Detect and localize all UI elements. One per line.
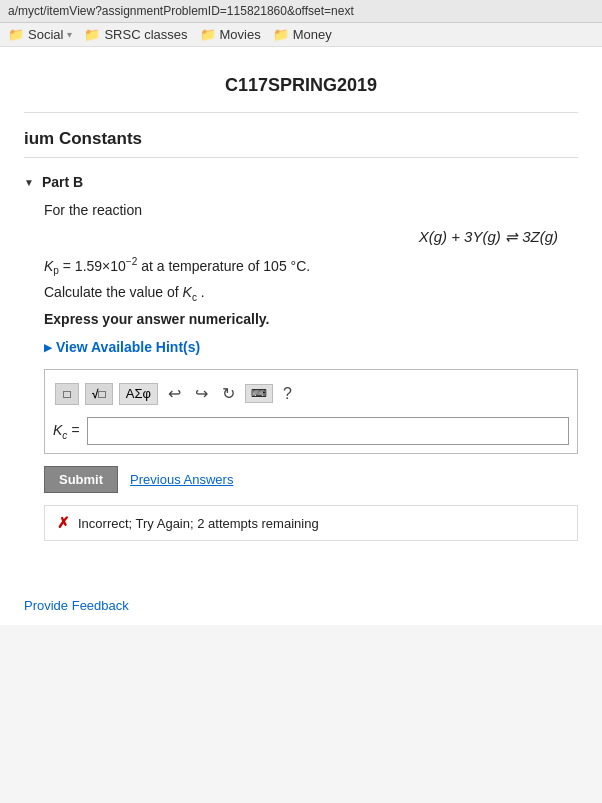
bookmark-movies-label: Movies bbox=[220, 27, 261, 42]
folder-icon-srsc: 📁 bbox=[84, 27, 100, 42]
main-content: C117SPRING2019 ium Constants ▼ Part B Fo… bbox=[0, 47, 602, 585]
formula-btn-label: □ bbox=[63, 387, 70, 401]
bookmark-money[interactable]: 📁 Money bbox=[273, 27, 332, 42]
hint-arrow-icon: ▶ bbox=[44, 342, 52, 353]
keyboard-button[interactable]: ⌨ bbox=[245, 384, 273, 403]
page-title: C117SPRING2019 bbox=[24, 63, 578, 113]
sqrt-button[interactable]: √□ bbox=[85, 383, 113, 405]
chevron-down-icon: ▾ bbox=[67, 29, 72, 40]
folder-icon-money: 📁 bbox=[273, 27, 289, 42]
bookmark-money-label: Money bbox=[293, 27, 332, 42]
bookmark-srsc[interactable]: 📁 SRSC classes bbox=[84, 27, 187, 42]
address-bar: a/myct/itemView?assignmentProblemID=1158… bbox=[0, 0, 602, 23]
error-message-box: ✗ Incorrect; Try Again; 2 attempts remai… bbox=[44, 505, 578, 541]
error-icon: ✗ bbox=[57, 514, 70, 532]
math-toolbar: □ √□ ΑΣφ ↩ ↪ ↻ bbox=[53, 378, 569, 409]
for-the-reaction-text: For the reaction bbox=[44, 202, 578, 218]
undo-button[interactable]: ↩ bbox=[164, 382, 185, 405]
section-heading: ium Constants bbox=[24, 113, 578, 158]
keyboard-icon: ⌨ bbox=[251, 387, 267, 399]
calculate-kc-line: Calculate the value of Kc . bbox=[44, 284, 578, 303]
bookmark-social-label: Social bbox=[28, 27, 63, 42]
undo-icon: ↩ bbox=[168, 385, 181, 402]
bookmark-srsc-label: SRSC classes bbox=[104, 27, 187, 42]
url-text: a/myct/itemView?assignmentProblemID=1158… bbox=[8, 4, 354, 18]
view-hints-label: View Available Hint(s) bbox=[56, 339, 200, 355]
part-b-label: Part B bbox=[42, 174, 83, 190]
greek-symbols-button[interactable]: ΑΣφ bbox=[119, 383, 158, 405]
view-hints-link[interactable]: ▶ View Available Hint(s) bbox=[44, 339, 578, 355]
kc-label: Kc = bbox=[53, 422, 79, 441]
refresh-button[interactable]: ↻ bbox=[218, 382, 239, 405]
help-button[interactable]: ? bbox=[279, 383, 296, 405]
previous-answers-link[interactable]: Previous Answers bbox=[130, 472, 233, 487]
part-b-section: ▼ Part B For the reaction X(g) + 3Y(g) ⇌… bbox=[24, 158, 578, 569]
submit-button[interactable]: Submit bbox=[44, 466, 118, 493]
redo-icon: ↪ bbox=[195, 385, 208, 402]
greek-label: ΑΣφ bbox=[126, 386, 151, 401]
kc-answer-input[interactable] bbox=[87, 417, 569, 445]
kc-input-row: Kc = bbox=[53, 417, 569, 445]
folder-icon-movies: 📁 bbox=[200, 27, 216, 42]
reaction-equation-container: X(g) + 3Y(g) ⇌ 3Z(g) bbox=[44, 228, 578, 246]
answer-input-box: □ √□ ΑΣφ ↩ ↪ ↻ bbox=[44, 369, 578, 454]
bookmark-movies[interactable]: 📁 Movies bbox=[200, 27, 261, 42]
refresh-icon: ↻ bbox=[222, 385, 235, 402]
error-text: Incorrect; Try Again; 2 attempts remaini… bbox=[78, 516, 319, 531]
collapse-icon[interactable]: ▼ bbox=[24, 177, 34, 188]
action-row: Submit Previous Answers bbox=[44, 466, 578, 493]
sqrt-label: √□ bbox=[92, 387, 106, 401]
provide-feedback-link[interactable]: Provide Feedback bbox=[24, 598, 129, 613]
bookmark-social[interactable]: 📁 Social ▾ bbox=[8, 27, 72, 42]
folder-icon-social: 📁 bbox=[8, 27, 24, 42]
formula-button[interactable]: □ bbox=[55, 383, 79, 405]
help-icon: ? bbox=[283, 385, 292, 402]
part-b-header: ▼ Part B bbox=[24, 174, 578, 190]
kp-line: Kp = 1.59×10−2 at a temperature of 105 °… bbox=[44, 256, 578, 276]
reaction-equation: X(g) + 3Y(g) ⇌ 3Z(g) bbox=[419, 228, 558, 246]
reaction-content: For the reaction X(g) + 3Y(g) ⇌ 3Z(g) Kp… bbox=[24, 202, 578, 541]
bookmarks-bar: 📁 Social ▾ 📁 SRSC classes 📁 Movies 📁 Mon… bbox=[0, 23, 602, 47]
express-answer-line: Express your answer numerically. bbox=[44, 311, 578, 327]
footer: Provide Feedback bbox=[0, 585, 602, 625]
redo-button[interactable]: ↪ bbox=[191, 382, 212, 405]
